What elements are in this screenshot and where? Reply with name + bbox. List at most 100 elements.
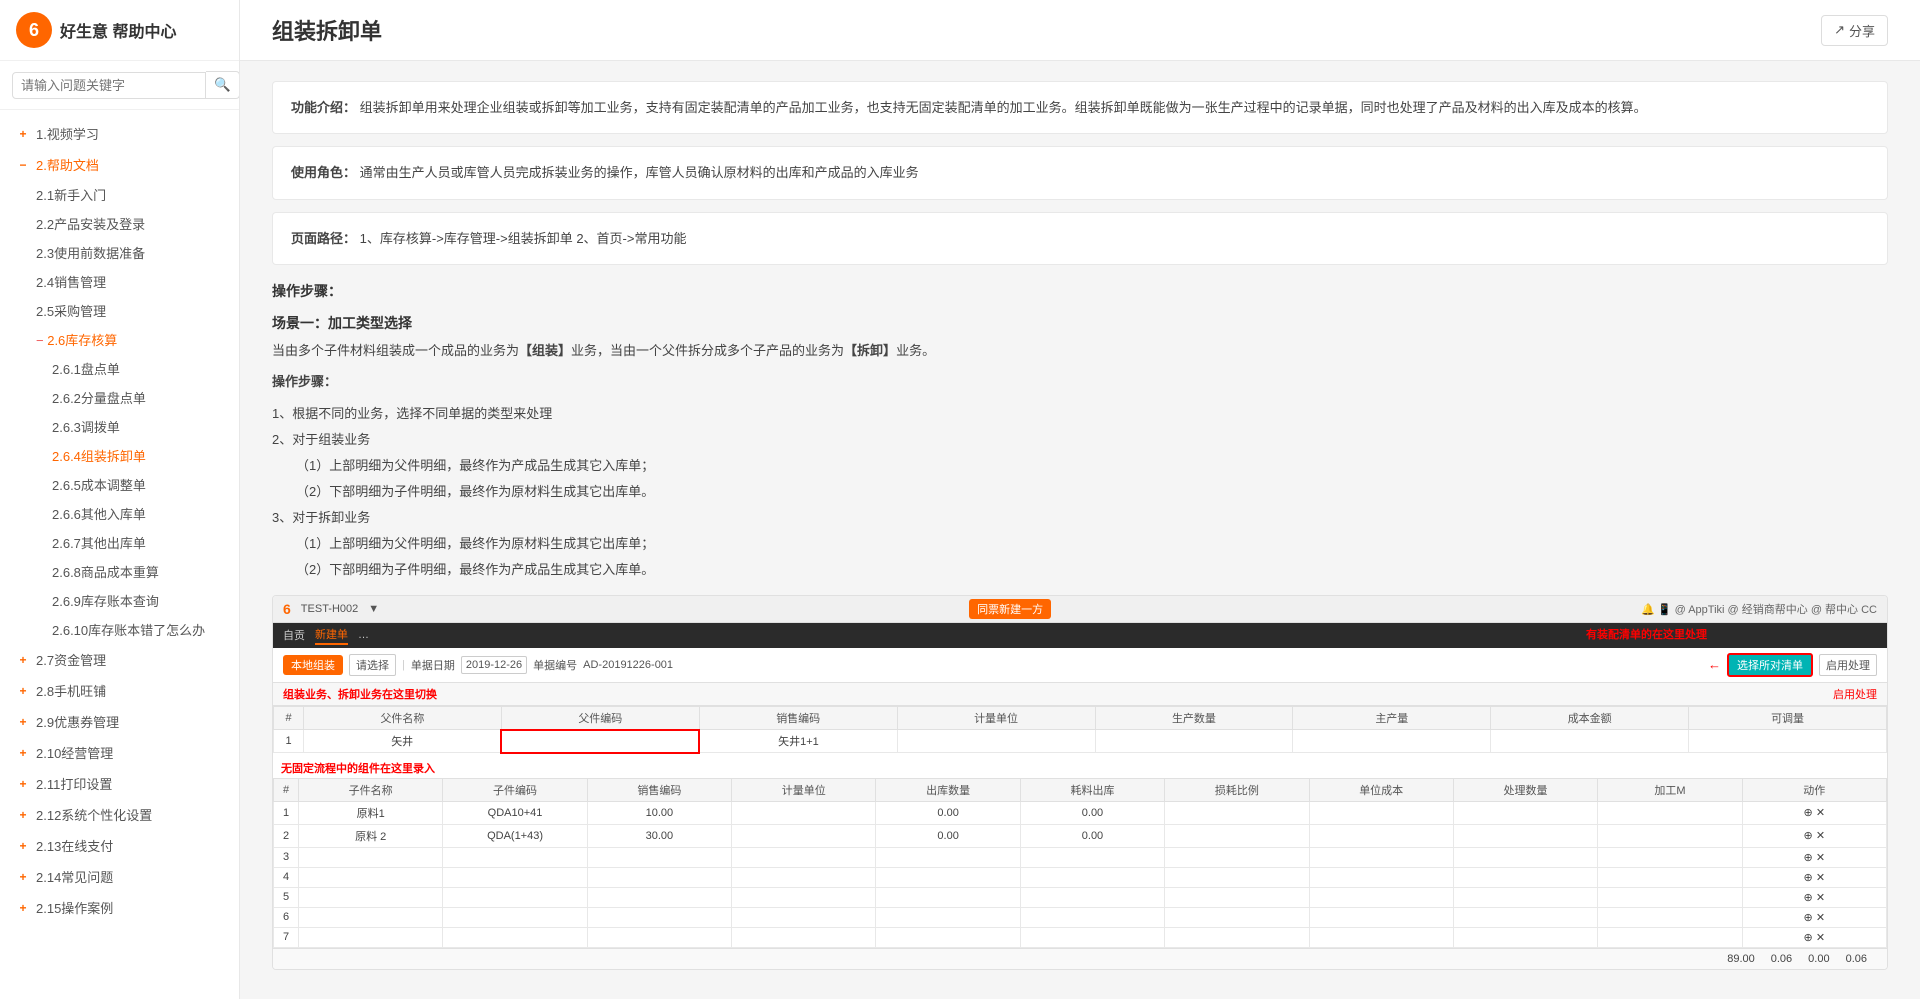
footer-val4: 0.06 [1846, 953, 1867, 965]
sidebar-item-coupon[interactable]: + 2.9优惠券管理 [0, 706, 239, 737]
share-button[interactable]: ↗ 分享 [1821, 15, 1888, 46]
footer-val1: 89.00 [1727, 953, 1755, 965]
sidebar-item-2-6-5[interactable]: 2.6.5成本调整单 [0, 470, 239, 499]
sidebar-item-2-6-7[interactable]: 2.6.7其他出库单 [0, 528, 239, 557]
sidebar-item-payment[interactable]: + 2.13在线支付 [0, 830, 239, 861]
ops-heading: 操作步骤： [272, 281, 1888, 301]
sidebar-item-2-6-3[interactable]: 2.6.3调拨单 [0, 412, 239, 441]
sidebar-item-mobile[interactable]: + 2.8手机旺铺 [0, 675, 239, 706]
sidebar-item-install[interactable]: 2.2产品安装及登录 [0, 209, 239, 238]
sidebar-item-2-6-4[interactable]: 2.6.4组装拆卸单 [0, 441, 239, 470]
table-row-empty-4: 4⊕ ✕ [274, 867, 1887, 887]
search-box: 🔍 [0, 61, 239, 110]
mock-bth-work: 加工M [1598, 778, 1742, 801]
mock-bth-num: # [274, 778, 299, 801]
ann-top-right: 有装配清单的在这里处理 [1586, 626, 1707, 642]
sidebar-item-2-6-9[interactable]: 2.6.9库存账本查询 [0, 586, 239, 615]
b-td-cost2: 0.00 [1020, 824, 1164, 847]
app-title: 好生意 帮助中心 [60, 18, 176, 42]
minus-icon: − [16, 158, 30, 172]
mock-assembly-label: 组装业务、拆卸业务在这里切换 [283, 686, 437, 702]
b-td-code1: QDA10+41 [443, 801, 587, 824]
mock-new-ticket-btn: 同票新建一方 [969, 599, 1051, 619]
search-input[interactable] [12, 72, 206, 99]
mock-bth-cname: 子件名称 [299, 778, 443, 801]
mock-logo: 6 [283, 601, 291, 617]
intro-block: 功能介绍： 组装拆卸单用来处理企业组装或拆卸等加工业务，支持有固定装配清单的产品… [272, 81, 1888, 134]
sidebar-item-data-prep[interactable]: 2.3使用前数据准备 [0, 238, 239, 267]
sidebar-item-faq[interactable]: + 2.14常见问题 [0, 861, 239, 892]
sidebar-item-video[interactable]: + 1.视频学习 [0, 118, 239, 149]
path-label: 页面路径： [291, 231, 356, 246]
b-td-sale2: 30.00 [587, 824, 731, 847]
sidebar-item-beginner[interactable]: 2.1新手入门 [0, 180, 239, 209]
mock-th-qty: 生产数量 [1095, 706, 1293, 730]
b-td-cost1: 0.00 [1020, 801, 1164, 824]
mock-nav-more: … [358, 629, 369, 641]
ops-steps-heading: 操作步骤： [272, 370, 1888, 395]
b-td-unit1 [732, 801, 876, 824]
intro-text: 组装拆卸单用来处理企业组装或拆卸等加工业务，支持有固定装配清单的产品加工业务，也… [360, 100, 1647, 115]
mock-bth-pqty: 处理数量 [1453, 778, 1597, 801]
step3-2: （2）下部明细为子件明细，最终作为产成品生成其它入库单。 [272, 557, 1888, 583]
mock-bth-salecode: 销售编码 [587, 778, 731, 801]
ann-bottom-left: 无固定流程中的组件在这里录入 [273, 758, 1887, 778]
path-block: 页面路径： 1、库存核算->库存管理->组装拆卸单 2、首页->常用功能 [272, 212, 1888, 265]
sidebar-item-biz[interactable]: + 2.10经营管理 [0, 737, 239, 768]
plus-icon-10: + [16, 901, 30, 915]
sidebar-item-sales[interactable]: 2.4销售管理 [0, 267, 239, 296]
mock-bom-btn: 选择所对清单 [1727, 653, 1813, 677]
mock-separator: | [402, 659, 405, 671]
b-td-loss1 [1165, 801, 1309, 824]
sidebar-item-2-6-6[interactable]: 2.6.6其他入库单 [0, 499, 239, 528]
plus-icon-8: + [16, 839, 30, 853]
td-r1-main [1293, 730, 1491, 753]
screenshot-container: 6 TEST-H002 ▼ 同票新建一方 🔔 📱 @ AppTiki @ 经销商… [272, 595, 1888, 970]
mock-date-label: 单据日期 [411, 657, 455, 673]
plus-icon-6: + [16, 777, 30, 791]
search-button[interactable]: 🔍 [206, 71, 240, 99]
intro-label: 功能介绍： [291, 100, 356, 115]
sidebar-item-cases[interactable]: + 2.15操作案例 [0, 892, 239, 923]
step2-1: （1）上部明细为父件明细，最终作为产成品生成其它入库单； [272, 453, 1888, 479]
main-content: 组装拆卸单 ↗ 分享 功能介绍： 组装拆卸单用来处理企业组装或拆卸等加工业务，支… [240, 0, 1920, 999]
b-td-sale1: 10.00 [587, 801, 731, 824]
td-r1-unit [897, 730, 1095, 753]
mock-doc-type: 本地组装 [283, 655, 343, 675]
td-r1-cost [1491, 730, 1689, 753]
step3: 3、对于拆卸业务 [272, 505, 1888, 531]
scenario1-desc: 当由多个子件材料组装成一个成品的业务为【组装】业务，当由一个父件拆分成多个子产品… [272, 339, 1888, 364]
mock-bth-action: 动作 [1742, 778, 1886, 801]
sidebar-item-2-6-8[interactable]: 2.6.8商品成本重算 [0, 557, 239, 586]
mock-num-label: 单据编号 [533, 657, 577, 673]
page-header: 组装拆卸单 ↗ 分享 [240, 0, 1920, 61]
nav-tree: + 1.视频学习 − 2.帮助文档 2.1新手入门 2.2产品安装及登录 2.3… [0, 110, 239, 999]
content-area: 功能介绍： 组装拆卸单用来处理企业组装或拆卸等加工业务，支持有固定装配清单的产品… [240, 61, 1920, 999]
mock-bth-loss: 损耗比例 [1165, 778, 1309, 801]
sidebar-item-2-6-2[interactable]: 2.6.2分量盘点单 [0, 383, 239, 412]
sidebar-item-print[interactable]: + 2.11打印设置 [0, 768, 239, 799]
sidebar-item-2-6-1[interactable]: 2.6.1盘点单 [0, 354, 239, 383]
mock-th-pname: 父件名称 [304, 706, 502, 730]
mock-process-btn: 启用处理 [1819, 654, 1877, 676]
b-td-ucost2 [1309, 824, 1453, 847]
sidebar-item-purchase[interactable]: 2.5采购管理 [0, 296, 239, 325]
plus-icon-3: + [16, 684, 30, 698]
sidebar-item-2-6-10[interactable]: 2.6.10库存账本错了怎么办 [0, 615, 239, 644]
sidebar-item-inventory[interactable]: − 2.6库存核算 [0, 325, 239, 354]
sidebar-item-finance[interactable]: + 2.7资金管理 [0, 644, 239, 675]
plus-icon-9: + [16, 870, 30, 884]
td-r1-num: 1 [274, 730, 304, 753]
role-label: 使用角色： [291, 165, 356, 180]
b-td-act1: ⊕ ✕ [1742, 801, 1886, 824]
sidebar-item-docs[interactable]: − 2.帮助文档 [0, 149, 239, 180]
b-td-2: 2 [274, 824, 299, 847]
mock-nav-home: 自贡 [283, 627, 305, 643]
sidebar-item-customization[interactable]: + 2.12系统个性化设置 [0, 799, 239, 830]
mock-bth-ccode: 子件编码 [443, 778, 587, 801]
share-icon: ↗ [1834, 22, 1845, 38]
td-r1-name: 矢井 [304, 730, 502, 753]
mock-th-unit: 计量单位 [897, 706, 1095, 730]
step2: 2、对于组装业务 [272, 427, 1888, 453]
mock-th-num: # [274, 706, 304, 730]
